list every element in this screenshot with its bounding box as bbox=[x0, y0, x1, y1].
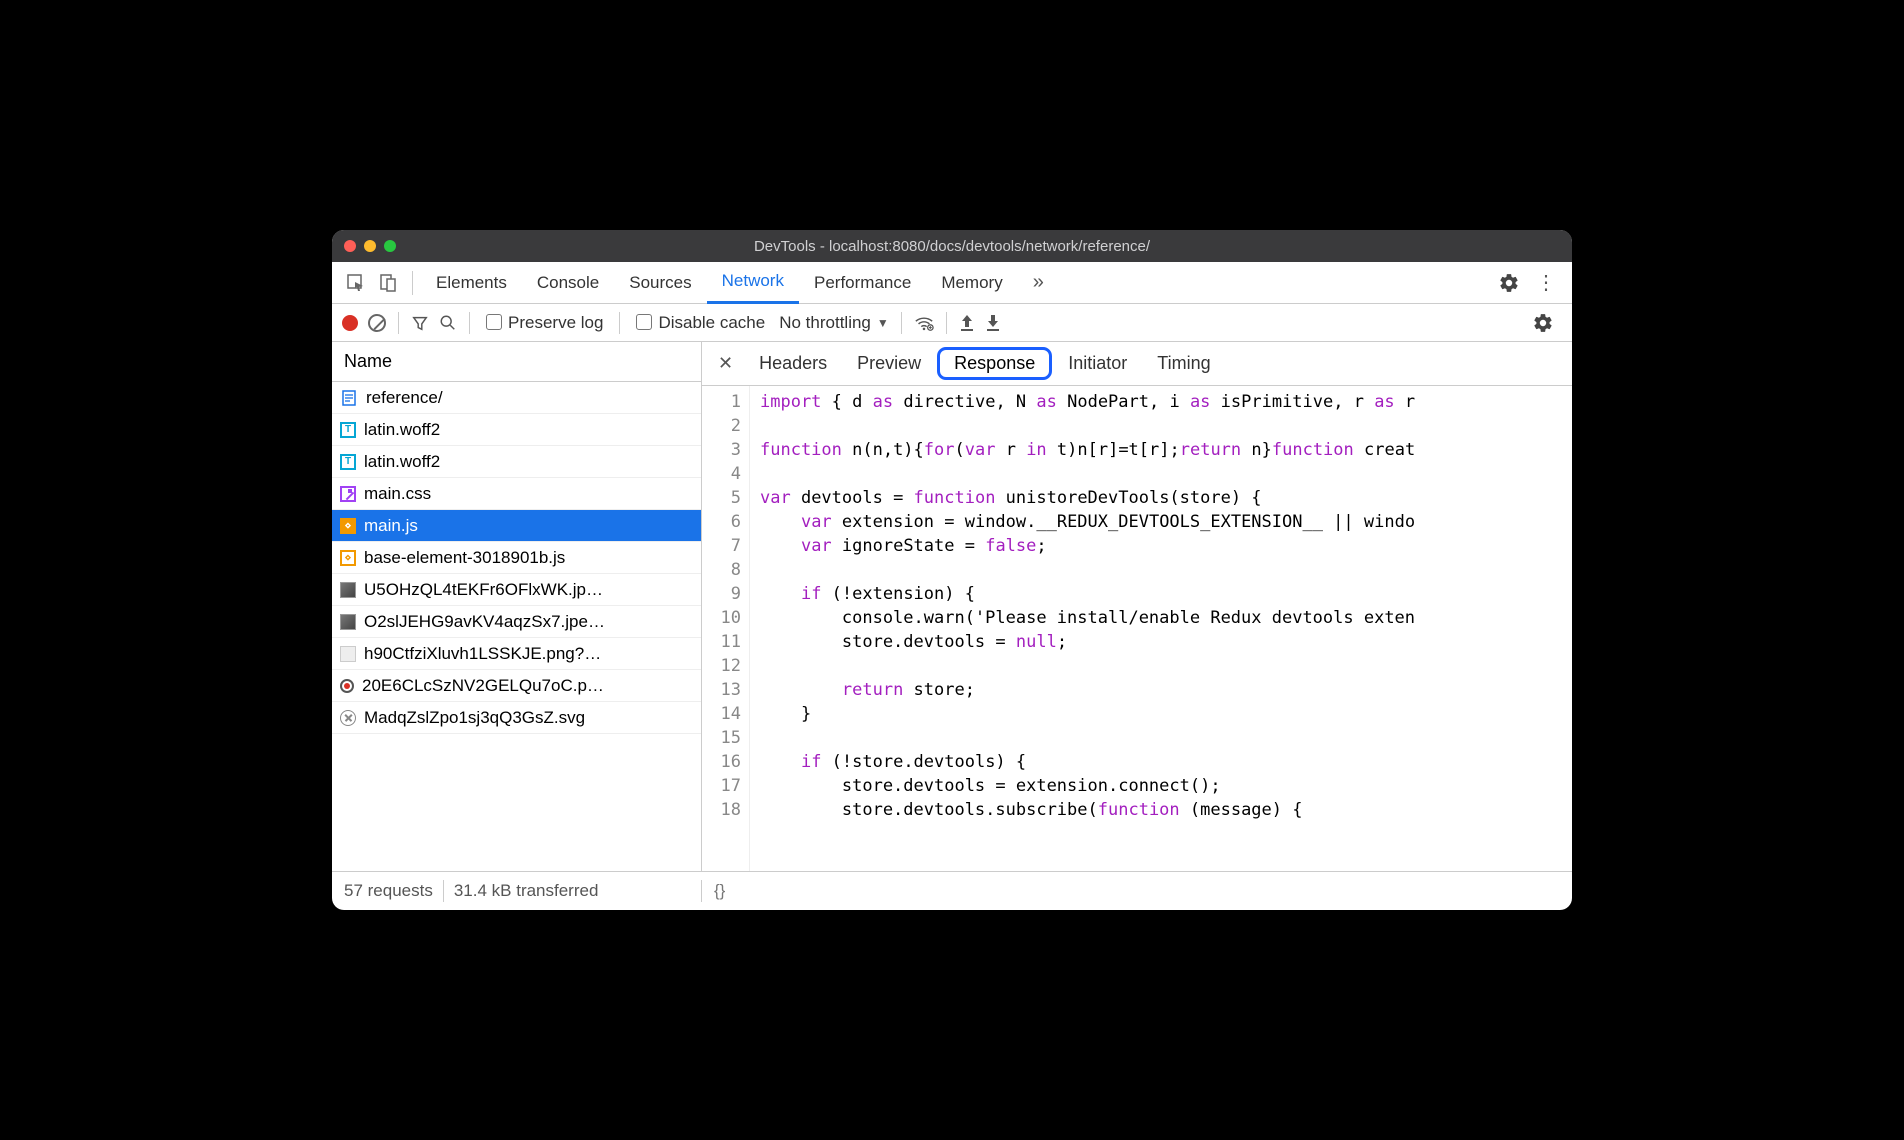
tab-performance[interactable]: Performance bbox=[799, 262, 926, 304]
request-name: main.css bbox=[364, 484, 431, 504]
network-toolbar: Preserve log Disable cache No throttling… bbox=[332, 304, 1572, 342]
request-row[interactable]: Tlatin.woff2 bbox=[332, 446, 701, 478]
request-row[interactable]: ⋄main.js bbox=[332, 510, 701, 542]
window-titlebar: DevTools - localhost:8080/docs/devtools/… bbox=[332, 230, 1572, 262]
minimize-window-button[interactable] bbox=[364, 240, 376, 252]
tab-console[interactable]: Console bbox=[522, 262, 614, 304]
disable-cache-checkbox[interactable]: Disable cache bbox=[636, 313, 765, 333]
detail-tab-initiator[interactable]: Initiator bbox=[1054, 349, 1141, 378]
record-button[interactable] bbox=[342, 315, 358, 331]
request-detail-panel: ✕ Headers Preview Response Initiator Tim… bbox=[702, 342, 1572, 871]
tab-network[interactable]: Network bbox=[707, 262, 799, 304]
more-panels-button[interactable]: » bbox=[1018, 262, 1059, 304]
request-list-panel: Name reference/Tlatin.woff2Tlatin.woff2 m… bbox=[332, 342, 702, 871]
request-name: U5OHzQL4tEKFr6OFlxWK.jp… bbox=[364, 580, 603, 600]
network-conditions-icon[interactable] bbox=[914, 314, 934, 332]
line-gutter: 123456789101112131415161718 bbox=[702, 386, 750, 871]
devtools-window: DevTools - localhost:8080/docs/devtools/… bbox=[332, 230, 1572, 910]
tab-sources[interactable]: Sources bbox=[614, 262, 706, 304]
detail-tab-response[interactable]: Response bbox=[937, 347, 1052, 380]
settings-gear-icon[interactable] bbox=[1490, 272, 1528, 294]
request-list-header: Name bbox=[332, 342, 701, 382]
request-row[interactable]: O2slJEHG9avKV4aqzSx7.jpe… bbox=[332, 606, 701, 638]
network-settings-icon[interactable] bbox=[1524, 312, 1562, 334]
request-name: O2slJEHG9avKV4aqzSx7.jpe… bbox=[364, 612, 605, 632]
detail-tab-headers[interactable]: Headers bbox=[745, 349, 841, 378]
panel-tabbar: Elements Console Sources Network Perform… bbox=[332, 262, 1572, 304]
preserve-log-checkbox[interactable]: Preserve log bbox=[486, 313, 603, 333]
status-transferred: 31.4 kB transferred bbox=[454, 881, 599, 901]
request-row[interactable]: h90CtfziXluvh1LSSKJE.png?… bbox=[332, 638, 701, 670]
status-requests: 57 requests bbox=[344, 881, 433, 901]
close-window-button[interactable] bbox=[344, 240, 356, 252]
search-icon[interactable] bbox=[439, 314, 457, 332]
zoom-window-button[interactable] bbox=[384, 240, 396, 252]
export-har-icon[interactable] bbox=[959, 314, 975, 332]
filter-icon[interactable] bbox=[411, 314, 429, 332]
tab-elements[interactable]: Elements bbox=[421, 262, 522, 304]
close-detail-button[interactable]: ✕ bbox=[708, 353, 743, 374]
request-list[interactable]: reference/Tlatin.woff2Tlatin.woff2 main.c… bbox=[332, 382, 701, 871]
separator bbox=[412, 271, 413, 295]
import-har-icon[interactable] bbox=[985, 314, 1001, 332]
request-row[interactable]: Tlatin.woff2 bbox=[332, 414, 701, 446]
clear-button[interactable] bbox=[368, 314, 386, 332]
detail-tabbar: ✕ Headers Preview Response Initiator Tim… bbox=[702, 342, 1572, 386]
detail-tab-timing[interactable]: Timing bbox=[1143, 349, 1224, 378]
window-title: DevTools - localhost:8080/docs/devtools/… bbox=[332, 238, 1572, 255]
request-row[interactable]: MadqZslZpo1sj3qQ3GsZ.svg bbox=[332, 702, 701, 734]
request-name: MadqZslZpo1sj3qQ3GsZ.svg bbox=[364, 708, 585, 728]
detail-tab-preview[interactable]: Preview bbox=[843, 349, 935, 378]
request-row[interactable]: ⋄base-element-3018901b.js bbox=[332, 542, 701, 574]
kebab-menu-icon[interactable]: ⋮ bbox=[1528, 270, 1564, 295]
request-name: 20E6CLcSzNV2GELQu7oC.p… bbox=[362, 676, 604, 696]
traffic-lights bbox=[344, 240, 396, 252]
network-split: Name reference/Tlatin.woff2Tlatin.woff2 m… bbox=[332, 342, 1572, 872]
status-bar: 57 requests 31.4 kB transferred {} bbox=[332, 872, 1572, 910]
request-name: main.js bbox=[364, 516, 418, 536]
tab-memory[interactable]: Memory bbox=[926, 262, 1017, 304]
request-name: reference/ bbox=[366, 388, 443, 408]
request-row[interactable]: U5OHzQL4tEKFr6OFlxWK.jp… bbox=[332, 574, 701, 606]
request-name: h90CtfziXluvh1LSSKJE.png?… bbox=[364, 644, 601, 664]
code-content: import { d as directive, N as NodePart, … bbox=[750, 386, 1572, 871]
throttling-select[interactable]: No throttling ▼ bbox=[779, 313, 889, 333]
request-name: latin.woff2 bbox=[364, 452, 440, 472]
request-name: latin.woff2 bbox=[364, 420, 440, 440]
request-row[interactable]: 20E6CLcSzNV2GELQu7oC.p… bbox=[332, 670, 701, 702]
request-name: base-element-3018901b.js bbox=[364, 548, 565, 568]
chevron-down-icon: ▼ bbox=[877, 316, 889, 330]
request-row[interactable]: main.css bbox=[332, 478, 701, 510]
inspect-element-icon[interactable] bbox=[340, 267, 372, 299]
response-body[interactable]: 123456789101112131415161718 import { d a… bbox=[702, 386, 1572, 871]
pretty-print-button[interactable]: {} bbox=[714, 881, 725, 900]
request-row[interactable]: reference/ bbox=[332, 382, 701, 414]
device-toggle-icon[interactable] bbox=[372, 267, 404, 299]
